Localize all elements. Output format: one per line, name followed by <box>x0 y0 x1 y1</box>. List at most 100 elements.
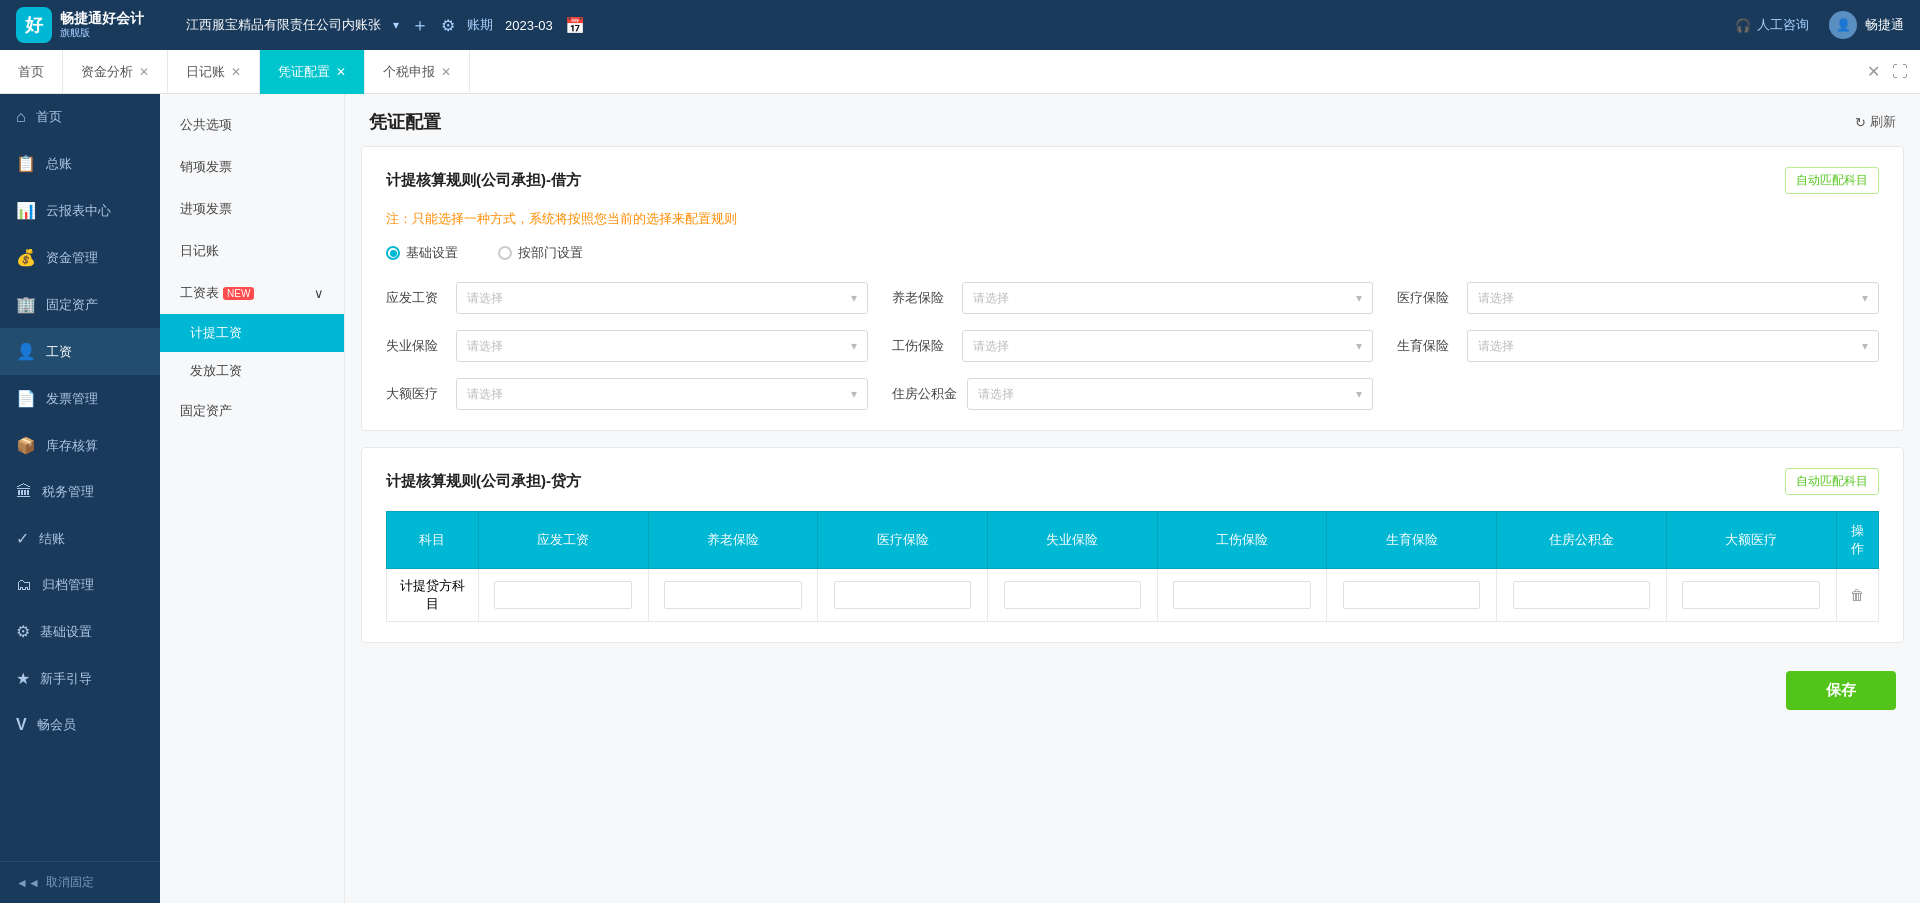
left-nav-sales-invoice[interactable]: 销项发票 <box>160 146 344 188</box>
sidebar-label-funds: 资金管理 <box>46 249 98 267</box>
sidebar-label-assets: 固定资产 <box>46 296 98 314</box>
tab-home[interactable]: 首页 <box>0 50 63 94</box>
calendar-icon[interactable]: 📅 <box>565 16 585 35</box>
sidebar-item-guide[interactable]: ★ 新手引导 <box>0 655 160 702</box>
debit-form-grid: 应发工资 请选择 ▾ 养老保险 请选择 ▾ 医疗 <box>386 282 1879 410</box>
sidebar-label-guide: 新手引导 <box>40 670 92 688</box>
input-unemployment[interactable] <box>1004 581 1141 609</box>
sidebar-item-vip[interactable]: V 畅会员 <box>0 702 160 748</box>
select-medical[interactable]: 请选择 ▾ <box>1467 282 1879 314</box>
sidebar-item-invoice[interactable]: 📄 发票管理 <box>0 375 160 422</box>
input-gross-salary[interactable] <box>494 581 631 609</box>
logo-area: 好 畅捷通好会计 旗舰版 <box>16 7 176 43</box>
consult-button[interactable]: 🎧 人工咨询 <box>1735 16 1809 34</box>
cell-maternity <box>1327 569 1497 622</box>
home-icon: ⌂ <box>16 108 26 126</box>
select-injury[interactable]: 请选择 ▾ <box>962 330 1374 362</box>
select-large-medical[interactable]: 请选择 ▾ <box>456 378 868 410</box>
tab-funds-analysis[interactable]: 资金分析 ✕ <box>63 50 168 94</box>
left-nav-pay[interactable]: 发放工资 <box>160 352 344 390</box>
tax-icon: 🏛 <box>16 483 32 501</box>
company-dropdown-icon[interactable]: ▾ <box>393 18 399 32</box>
sidebar-item-archive[interactable]: 🗂 归档管理 <box>0 562 160 608</box>
save-button[interactable]: 保存 <box>1786 671 1896 710</box>
settings-nav-icon: ⚙ <box>16 622 30 641</box>
tab-journal[interactable]: 日记账 ✕ <box>168 50 260 94</box>
radio-basic[interactable]: 基础设置 <box>386 244 458 262</box>
label-injury: 工伤保险 <box>892 337 952 355</box>
arrow-housing-fund: ▾ <box>1356 387 1362 401</box>
sidebar-item-inventory[interactable]: 📦 库存核算 <box>0 422 160 469</box>
sidebar-item-settle[interactable]: ✓ 结账 <box>0 515 160 562</box>
left-nav-public[interactable]: 公共选项 <box>160 104 344 146</box>
inventory-icon: 📦 <box>16 436 36 455</box>
input-maternity[interactable] <box>1343 581 1480 609</box>
close-window-icon[interactable]: ✕ <box>1867 62 1880 81</box>
cell-unemployment <box>987 569 1157 622</box>
sidebar-item-ledger[interactable]: 📋 总账 <box>0 140 160 187</box>
input-medical[interactable] <box>834 581 971 609</box>
sidebar-label-reports: 云报表中心 <box>46 202 111 220</box>
delete-icon[interactable]: 🗑 <box>1850 587 1864 603</box>
close-tab-voucher[interactable]: ✕ <box>336 65 346 79</box>
field-pension: 养老保险 请选择 ▾ <box>892 282 1374 314</box>
left-nav-salary-sheet[interactable]: 工资表NEW ∨ <box>160 272 344 314</box>
input-injury[interactable] <box>1173 581 1310 609</box>
arrow-maternity: ▾ <box>1862 339 1868 353</box>
archive-icon: 🗂 <box>16 576 32 594</box>
field-injury: 工伤保险 请选择 ▾ <box>892 330 1374 362</box>
th-housing-fund: 住房公积金 <box>1497 512 1667 569</box>
sidebar-item-settings[interactable]: ⚙ 基础设置 <box>0 608 160 655</box>
close-tab-funds[interactable]: ✕ <box>139 65 149 79</box>
select-gross-salary[interactable]: 请选择 ▾ <box>456 282 868 314</box>
close-tab-tax[interactable]: ✕ <box>441 65 451 79</box>
input-housing-fund[interactable] <box>1513 581 1650 609</box>
add-button[interactable]: ＋ <box>411 13 429 37</box>
credit-section: 计提核算规则(公司承担)-贷方 自动匹配科目 科目 应发工资 养老保险 医疗保险… <box>361 447 1904 643</box>
select-maternity[interactable]: 请选择 ▾ <box>1467 330 1879 362</box>
refresh-button[interactable]: ↻ 刷新 <box>1855 113 1896 131</box>
credit-section-header: 计提核算规则(公司承担)-贷方 自动匹配科目 <box>386 468 1879 505</box>
save-btn-area: 保存 <box>345 659 1920 722</box>
close-tab-journal[interactable]: ✕ <box>231 65 241 79</box>
select-housing-fund[interactable]: 请选择 ▾ <box>967 378 1374 410</box>
tab-voucher-config[interactable]: 凭证配置 ✕ <box>260 50 365 94</box>
app-name: 畅捷通好会计 <box>60 10 144 27</box>
credit-section-title: 计提核算规则(公司承担)-贷方 <box>386 472 581 491</box>
settings-icon[interactable]: ⚙ <box>441 16 455 35</box>
th-operation: 操作 <box>1836 512 1878 569</box>
pin-icon: ◄◄ <box>16 876 40 890</box>
sidebar-label-inventory: 库存核算 <box>46 437 98 455</box>
debit-section: 计提核算规则(公司承担)-借方 自动匹配科目 注：只能选择一种方式，系统将按照您… <box>361 146 1904 431</box>
sidebar-item-tax[interactable]: 🏛 税务管理 <box>0 469 160 515</box>
sidebar-item-funds[interactable]: 💰 资金管理 <box>0 234 160 281</box>
table-row: 计提贷方科目 <box>387 569 1879 622</box>
left-nav-journal[interactable]: 日记账 <box>160 230 344 272</box>
label-large-medical: 大额医疗 <box>386 385 446 403</box>
maximize-window-icon[interactable]: ⛶ <box>1892 63 1908 81</box>
tab-bar-right: ✕ ⛶ <box>1867 62 1920 81</box>
sidebar-item-home[interactable]: ⌂ 首页 <box>0 94 160 140</box>
sidebar-item-salary[interactable]: 👤 工资 <box>0 328 160 375</box>
left-nav-fixed-assets[interactable]: 固定资产 <box>160 390 344 432</box>
company-name: 江西服宝精品有限责任公司内账张 <box>186 16 381 34</box>
select-unemployment[interactable]: 请选择 ▾ <box>456 330 868 362</box>
input-pension[interactable] <box>664 581 801 609</box>
radio-dept[interactable]: 按部门设置 <box>498 244 583 262</box>
left-nav-purchase-invoice[interactable]: 进项发票 <box>160 188 344 230</box>
cell-medical <box>818 569 988 622</box>
cancel-fix-button[interactable]: ◄◄ 取消固定 <box>0 861 160 903</box>
user-area[interactable]: 👤 畅捷通 <box>1829 11 1904 39</box>
input-large-medical[interactable] <box>1682 581 1819 609</box>
sidebar-item-reports[interactable]: 📊 云报表中心 <box>0 187 160 234</box>
credit-auto-match-button[interactable]: 自动匹配科目 <box>1785 468 1879 495</box>
tab-tax-report[interactable]: 个税申报 ✕ <box>365 50 470 94</box>
avatar: 👤 <box>1829 11 1857 39</box>
debit-auto-match-button[interactable]: 自动匹配科目 <box>1785 167 1879 194</box>
sidebar-item-assets[interactable]: 🏢 固定资产 <box>0 281 160 328</box>
arrow-injury: ▾ <box>1356 339 1362 353</box>
select-pension[interactable]: 请选择 ▾ <box>962 282 1374 314</box>
left-nav-accrual[interactable]: 计提工资 <box>160 314 344 352</box>
radio-dept-circle <box>498 246 512 260</box>
th-pension: 养老保险 <box>648 512 818 569</box>
